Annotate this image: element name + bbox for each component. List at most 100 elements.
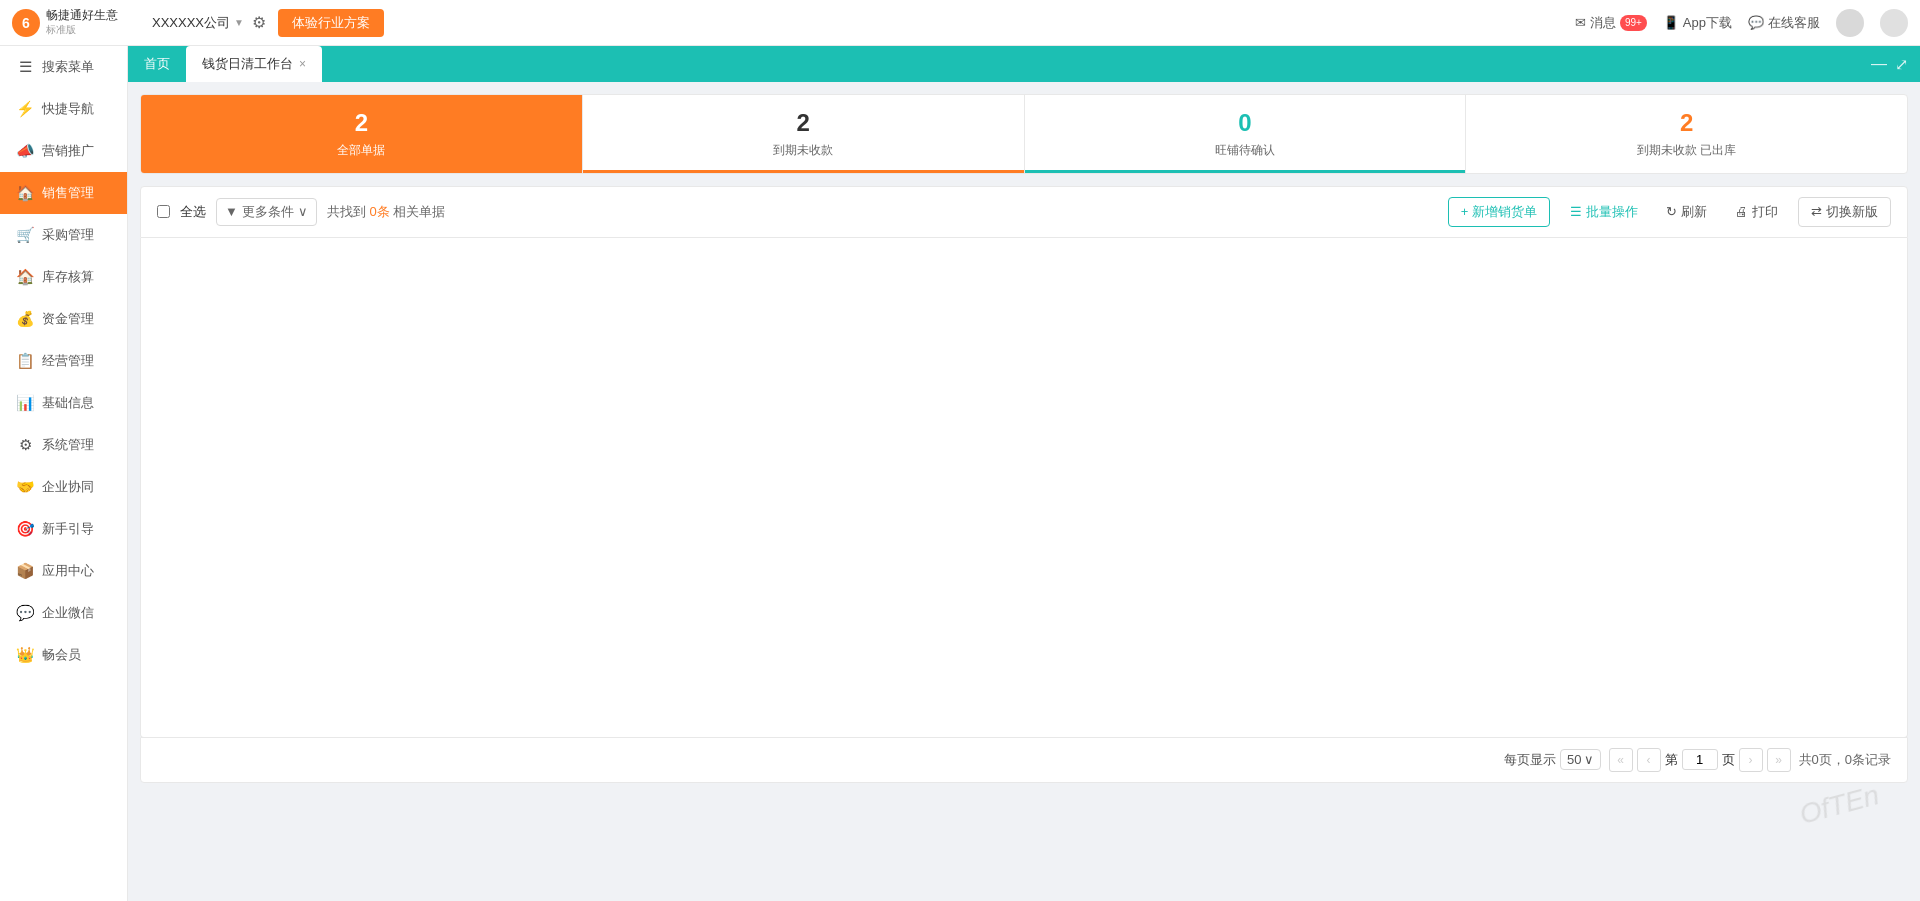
refresh-btn[interactable]: ↻ 刷新	[1658, 199, 1715, 225]
sidebar-item-system[interactable]: ⚙ 系统管理	[0, 424, 127, 466]
select-all-label: 全选	[180, 203, 206, 221]
operations-icon: 📋	[16, 352, 34, 370]
main-content: 2 全部单据 2 到期未收款 0 旺铺待确认 2 到期未收款 已出库 全选 ▼ …	[128, 82, 1920, 901]
sidebar-item-purchase[interactable]: 🛒 采购管理	[0, 214, 127, 256]
sidebar-item-marketing[interactable]: 📣 营销推广	[0, 130, 127, 172]
sidebar-item-label-wechat: 企业微信	[42, 604, 94, 622]
sidebar-item-label-member: 畅会员	[42, 646, 81, 664]
page-first-btn[interactable]: «	[1609, 748, 1633, 772]
company-selector[interactable]: XXXXXX公司 ▼	[152, 14, 244, 32]
trial-button[interactable]: 体验行业方案	[278, 9, 384, 37]
system-icon: ⚙	[16, 436, 34, 454]
toolbar-left: 全选 ▼ 更多条件 ∨ 共找到 0条 相关单据	[157, 198, 1436, 226]
sidebar-item-app-center[interactable]: 📦 应用中心	[0, 550, 127, 592]
inventory-icon: 🏠	[16, 268, 34, 286]
tab-close-icon[interactable]: ×	[299, 57, 306, 71]
sidebar-item-sales[interactable]: 🏠 销售管理	[0, 172, 127, 214]
toolbar: 全选 ▼ 更多条件 ∨ 共找到 0条 相关单据 + 新增销货单 ☰ 批量操作 ↻	[140, 186, 1908, 238]
sidebar-item-search-menu[interactable]: ☰ 搜索菜单	[0, 46, 127, 88]
sidebar-item-member[interactable]: 👑 畅会员	[0, 634, 127, 676]
filter-chevron-icon: ∨	[298, 204, 308, 219]
select-all-checkbox[interactable]	[157, 205, 170, 218]
tab-home[interactable]: 首页	[128, 46, 186, 82]
page-prev-btn[interactable]: ‹	[1637, 748, 1661, 772]
stat-card-wangpu[interactable]: 0 旺铺待确认	[1025, 95, 1467, 173]
sidebar-item-finance[interactable]: 💰 资金管理	[0, 298, 127, 340]
sidebar-item-label-quick-nav: 快捷导航	[42, 100, 94, 118]
page-size-box[interactable]: 50 ∨	[1560, 749, 1600, 770]
message-icon: ✉	[1575, 15, 1586, 30]
company-name: XXXXXX公司	[152, 14, 230, 32]
new-btn-label: + 新增销货单	[1461, 203, 1537, 221]
switch-icon: ⇄	[1811, 204, 1822, 219]
pagination-bar: 每页显示 50 ∨ « ‹ 第 页 › » 共0页，0条记录	[140, 737, 1908, 783]
settings-icon[interactable]: ⚙	[252, 13, 266, 32]
new-sales-order-button[interactable]: + 新增销货单	[1448, 197, 1550, 227]
sidebar-item-cooperation[interactable]: 🤝 企业协同	[0, 466, 127, 508]
page-number-input[interactable]	[1682, 749, 1718, 770]
message-label: 消息	[1590, 14, 1616, 32]
sidebar-item-guide[interactable]: 🎯 新手引导	[0, 508, 127, 550]
stat-label-overdue: 到期未收款	[603, 142, 1004, 159]
stat-underline-overdue	[583, 170, 1024, 173]
app-name: 畅捷通好生意	[46, 8, 118, 24]
page-size-selector: 每页显示 50 ∨	[1504, 749, 1600, 770]
stat-label-overdue-out: 到期未收款 已出库	[1486, 142, 1887, 159]
found-prefix: 共找到	[327, 204, 366, 219]
avatar[interactable]	[1836, 9, 1864, 37]
service-icon: 💬	[1748, 15, 1764, 30]
page-last-btn[interactable]: »	[1767, 748, 1791, 772]
page-next-btn[interactable]: ›	[1739, 748, 1763, 772]
switch-version-btn[interactable]: ⇄ 切换新版	[1798, 197, 1891, 227]
stat-num-overdue-out: 2	[1486, 109, 1887, 138]
print-btn[interactable]: 🖨 打印	[1727, 199, 1786, 225]
sidebar-item-label-inventory: 库存核算	[42, 268, 94, 286]
print-label: 打印	[1752, 203, 1778, 221]
finance-icon: 💰	[16, 310, 34, 328]
stat-card-overdue-out[interactable]: 2 到期未收款 已出库	[1466, 95, 1907, 173]
switch-label: 切换新版	[1826, 203, 1878, 221]
sidebar-item-label-system: 系统管理	[42, 436, 94, 454]
stat-num-all: 2	[161, 109, 562, 138]
page-size-value: 50	[1567, 752, 1581, 767]
user-name-area[interactable]	[1880, 9, 1908, 37]
stat-card-overdue[interactable]: 2 到期未收款	[583, 95, 1025, 173]
tab-minimize-icon[interactable]: —	[1871, 55, 1887, 73]
sidebar-item-wechat[interactable]: 💬 企业微信	[0, 592, 127, 634]
app-version: 标准版	[46, 23, 118, 37]
logo-area: 6 畅捷通好生意 标准版	[12, 8, 140, 38]
stat-label-all: 全部单据	[161, 142, 562, 159]
found-text: 共找到 0条 相关单据	[327, 203, 445, 221]
stat-card-all[interactable]: 2 全部单据	[141, 95, 583, 173]
sidebar-item-label-marketing: 营销推广	[42, 142, 94, 160]
sidebar-item-label-sales: 销售管理	[42, 184, 94, 202]
page-nav: « ‹ 第 页 › »	[1609, 748, 1791, 772]
top-header: 6 畅捷通好生意 标准版 XXXXXX公司 ▼ ⚙ 体验行业方案 ✉ 消息 99…	[0, 0, 1920, 46]
wechat-icon: 💬	[16, 604, 34, 622]
sidebar-item-base-info[interactable]: 📊 基础信息	[0, 382, 127, 424]
cooperation-icon: 🤝	[16, 478, 34, 496]
marketing-icon: 📣	[16, 142, 34, 160]
sidebar-item-quick-nav[interactable]: ⚡ 快捷导航	[0, 88, 127, 130]
toolbar-right: + 新增销货单 ☰ 批量操作 ↻ 刷新 🖨 打印 ⇄ 切换新版	[1448, 197, 1891, 227]
found-suffix: 相关单据	[393, 204, 445, 219]
sales-icon: 🏠	[16, 184, 34, 202]
chevron-down-icon: ▼	[234, 17, 244, 28]
app-download-btn[interactable]: 📱 App下载	[1663, 14, 1732, 32]
batch-operation-btn[interactable]: ☰ 批量操作	[1562, 199, 1646, 225]
page-size-chevron-icon: ∨	[1584, 752, 1594, 767]
tab-expand-icon[interactable]: ⤢	[1895, 55, 1908, 74]
sidebar-item-label-cooperation: 企业协同	[42, 478, 94, 496]
header-right: ✉ 消息 99+ 📱 App下载 💬 在线客服	[1575, 9, 1908, 37]
sidebar-item-label-guide: 新手引导	[42, 520, 94, 538]
sidebar-item-inventory[interactable]: 🏠 库存核算	[0, 256, 127, 298]
stat-num-wangpu: 0	[1045, 109, 1446, 138]
online-service-btn[interactable]: 💬 在线客服	[1748, 14, 1820, 32]
message-btn[interactable]: ✉ 消息 99+	[1575, 14, 1647, 32]
sidebar-item-operations[interactable]: 📋 经营管理	[0, 340, 127, 382]
filter-icon: ▼	[225, 204, 238, 219]
filter-button[interactable]: ▼ 更多条件 ∨	[216, 198, 317, 226]
search-menu-icon: ☰	[16, 58, 34, 76]
tab-cash-daily[interactable]: 钱货日清工作台 ×	[186, 46, 322, 82]
sidebar-item-label-base-info: 基础信息	[42, 394, 94, 412]
